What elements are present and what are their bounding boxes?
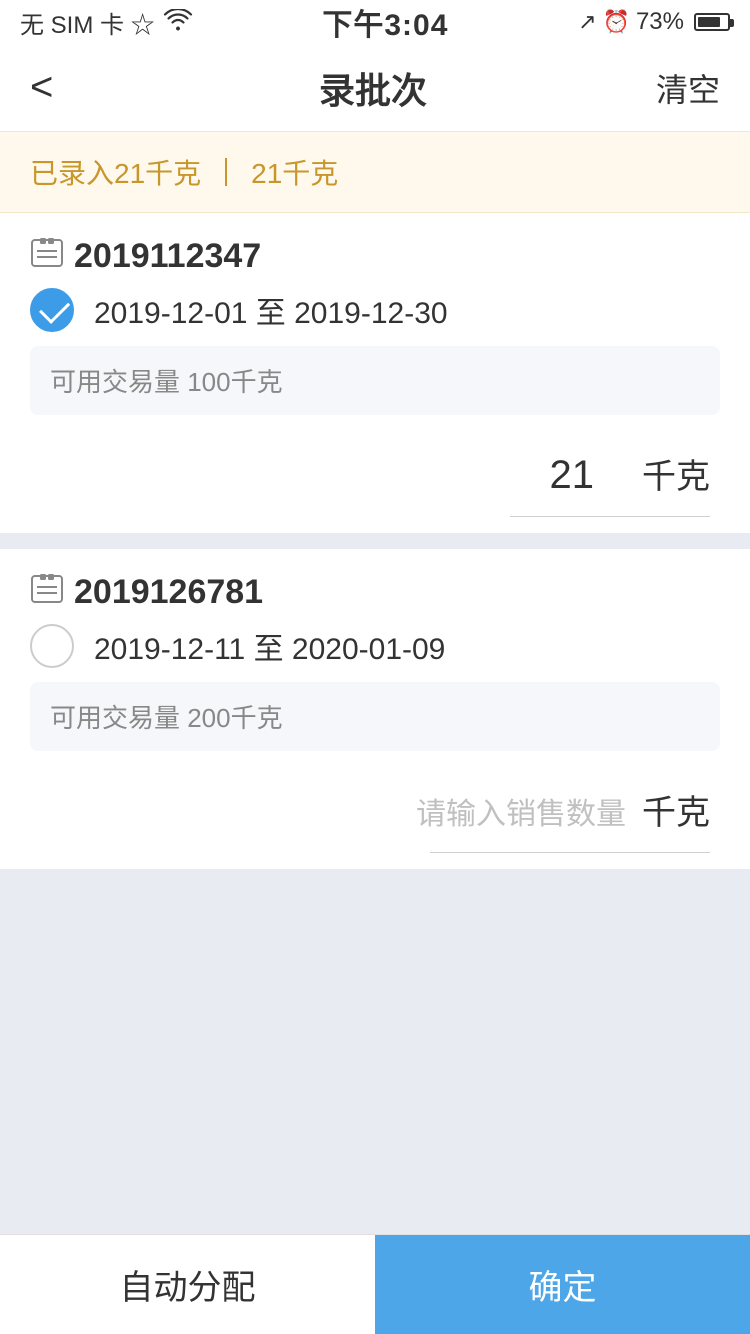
batch2-date-row[interactable]: 2019-12-11 至 2020-01-09 bbox=[0, 624, 750, 682]
total-label: 21千克 bbox=[251, 152, 338, 192]
batch1-header: 2019112347 bbox=[0, 213, 750, 288]
batch1-avail: 可用交易量 100千克 bbox=[30, 346, 720, 415]
batch1-date: 2019-12-01 至 2019-12-30 bbox=[94, 288, 448, 332]
alarm-icon: ⏰ bbox=[603, 9, 630, 35]
batch2-header: 2019126781 bbox=[0, 549, 750, 624]
no-sim-label: 无 SIM 卡 ☆ bbox=[20, 5, 155, 40]
batch1-id: 2019112347 bbox=[74, 237, 261, 276]
confirm-button[interactable]: 确定 bbox=[375, 1235, 750, 1334]
batch-card-1: 2019112347 2019-12-01 至 2019-12-30 可用交易量… bbox=[0, 213, 750, 533]
wifi-icon bbox=[163, 7, 193, 38]
status-right: ↗ ⏰ 73% bbox=[578, 8, 730, 36]
batch2-input-row[interactable]: 请输入销售数量 千克 bbox=[0, 765, 750, 858]
batch1-quantity-row: 21 千克 bbox=[0, 429, 750, 522]
battery-percent: 73% bbox=[636, 8, 684, 36]
batch1-quantity-value[interactable]: 21 bbox=[550, 453, 595, 498]
batch1-date-row[interactable]: 2019-12-01 至 2019-12-30 bbox=[0, 288, 750, 346]
content-spacer bbox=[0, 869, 750, 1249]
recorded-label: 已录入21千克 bbox=[30, 152, 201, 192]
summary-bar: 已录入21千克 21千克 bbox=[0, 132, 750, 213]
batch2-id: 2019126781 bbox=[74, 573, 263, 612]
summary-divider bbox=[225, 158, 227, 186]
back-button[interactable]: < bbox=[30, 65, 90, 110]
batch1-icon bbox=[30, 238, 64, 276]
page-title: 录批次 bbox=[319, 62, 427, 114]
batch2-avail: 可用交易量 200千克 bbox=[30, 682, 720, 751]
nav-bar: < 录批次 清空 bbox=[0, 44, 750, 132]
batch2-input-placeholder: 请输入销售数量 bbox=[416, 789, 626, 833]
status-bar: 无 SIM 卡 ☆ 下午3:04 ↗ ⏰ 73% bbox=[0, 0, 750, 44]
auto-distribute-button[interactable]: 自动分配 bbox=[0, 1235, 375, 1334]
batch2-icon bbox=[30, 574, 64, 612]
batch1-radio[interactable] bbox=[30, 288, 74, 332]
clear-button[interactable]: 清空 bbox=[656, 65, 720, 111]
location-icon: ↗ bbox=[578, 9, 596, 35]
batch1-quantity-unit: 千克 bbox=[642, 449, 710, 498]
battery-icon bbox=[694, 13, 730, 31]
status-left: 无 SIM 卡 ☆ bbox=[20, 5, 193, 40]
section-divider bbox=[0, 533, 750, 549]
batch2-date: 2019-12-11 至 2020-01-09 bbox=[94, 624, 445, 668]
batch2-input-unit: 千克 bbox=[642, 785, 710, 834]
batch-card-2: 2019126781 2019-12-11 至 2020-01-09 可用交易量… bbox=[0, 549, 750, 869]
bottom-bar: 自动分配 确定 bbox=[0, 1234, 750, 1334]
batch2-radio[interactable] bbox=[30, 624, 74, 668]
status-time: 下午3:04 bbox=[322, 0, 448, 44]
